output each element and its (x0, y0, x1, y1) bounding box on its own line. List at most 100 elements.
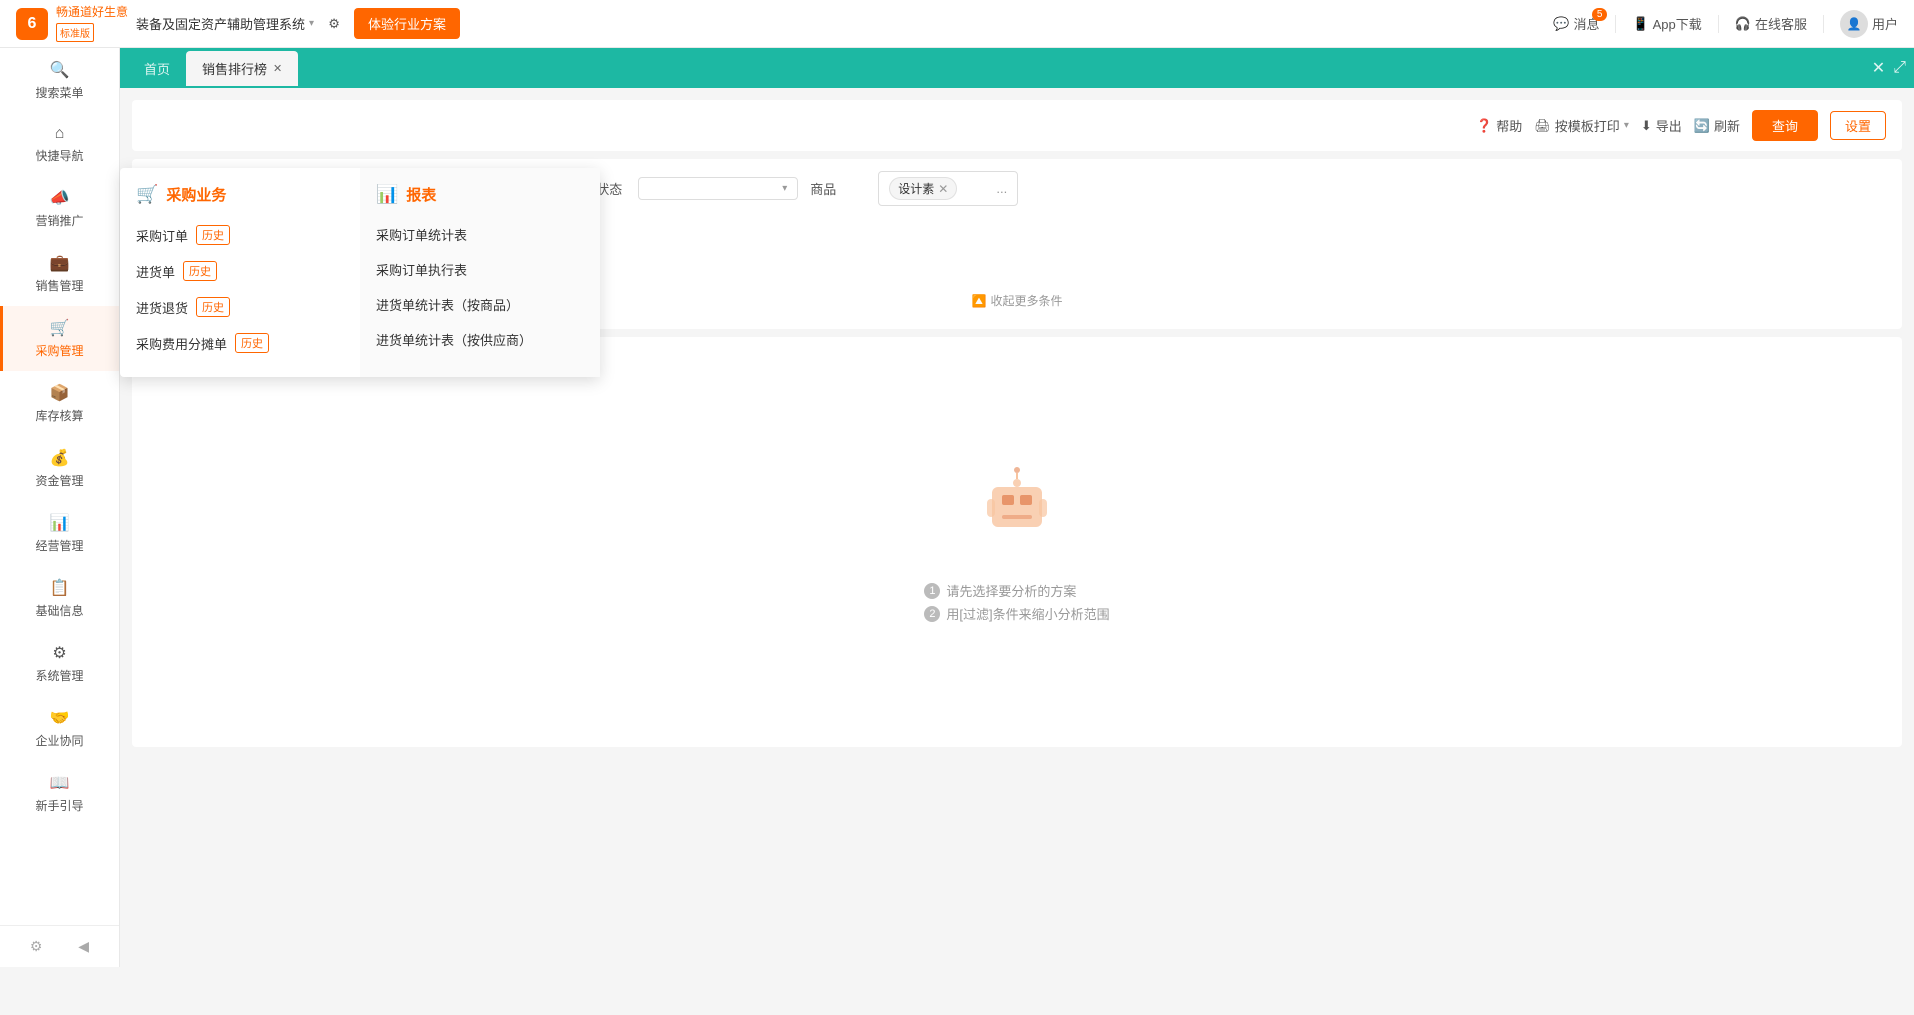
inventory-icon: 📦 (50, 383, 70, 403)
sidebar-bottom: ⚙ ◀ (0, 925, 119, 967)
settings-button[interactable]: 设置 (1830, 111, 1886, 140)
tab-home[interactable]: 首页 (128, 51, 186, 86)
system-icon: ⚙ (52, 643, 66, 663)
sidebar-item-quick-nav[interactable]: ⌂ 快捷导航 (0, 113, 119, 176)
goods-more: ... (996, 181, 1007, 196)
sidebar-label-finance: 资金管理 (35, 472, 83, 489)
active-indicator (0, 306, 3, 371)
headset-icon: 🎧 (1735, 16, 1751, 32)
sidebar-item-basic-info[interactable]: 📋 基础信息 (0, 566, 119, 631)
phone-icon: 📱 (1632, 16, 1648, 32)
sidebar-item-marketing[interactable]: 📣 营销推广 (0, 176, 119, 241)
history-badge-2: 历史 (196, 297, 230, 317)
sidebar-item-purchase[interactable]: 🛒 采购管理 (0, 306, 119, 371)
sidebar-settings-icon[interactable]: ⚙ (30, 938, 43, 955)
empty-hints: 1 请先选择要分析的方案 2 用[过滤]条件来缩小分析范围 (924, 577, 1109, 627)
purchase-report-label: 报表 (406, 184, 436, 205)
voucher-status-input[interactable]: ▾ (638, 177, 798, 200)
system-settings-icon[interactable]: ⚙ (322, 12, 346, 36)
purchase-business-title: 🛒 采购业务 (136, 184, 344, 205)
purchase-menu-icon: 🛒 (136, 184, 158, 205)
sidebar-item-guide[interactable]: 📖 新手引导 (0, 761, 119, 826)
online-service-action[interactable]: 🎧 在线客服 (1735, 14, 1807, 33)
result-area: 1 请先选择要分析的方案 2 用[过滤]条件来缩小分析范围 (132, 337, 1902, 747)
purchase-report-col: 📊 报表 采购订单统计表 采购订单执行表 进货单统计表（按商品） (360, 168, 600, 377)
sidebar-label-system: 系统管理 (35, 667, 83, 684)
print-icon: 🖨 (1534, 118, 1551, 134)
search-icon: 🔍 (50, 60, 70, 80)
sidebar-item-finance[interactable]: 💰 资金管理 (0, 436, 119, 501)
main-content: 首页 销售排行榜 ✕ ✕ ⤢ 🛒 采购业务 (120, 48, 1914, 759)
page-content: 🛒 采购业务 采购订单 历史 进货单 历史 进货退货 (120, 88, 1914, 759)
industry-btn[interactable]: 体验行业方案 (354, 8, 460, 39)
menu-item-incoming[interactable]: 进货单 历史 (136, 253, 344, 289)
operation-icon: 📊 (50, 513, 70, 533)
menu-item-purchase-order[interactable]: 采购订单 历史 (136, 217, 344, 253)
sidebar: 🔍 搜索菜单 ⌂ 快捷导航 📣 营销推广 💼 销售管理 🛒 采购管理 📦 (0, 48, 120, 967)
sidebar-collapse-icon[interactable]: ◀ (78, 938, 89, 955)
finance-icon: 💰 (50, 448, 70, 468)
refresh-btn[interactable]: 🔄 刷新 (1694, 116, 1740, 135)
empty-state: 1 请先选择要分析的方案 2 用[过滤]条件来缩小分析范围 (172, 377, 1862, 707)
purchase-business-col: 🛒 采购业务 采购订单 历史 进货单 历史 进货退货 (120, 168, 360, 377)
sidebar-item-enterprise[interactable]: 🤝 企业协同 (0, 696, 119, 761)
avatar: 👤 (1840, 10, 1868, 38)
topbar: 6 畅通道好生意 标准版 装备及固定资产辅助管理系统 ▾ ⚙ 体验行业方案 💬 … (0, 0, 1914, 48)
enterprise-icon: 🤝 (50, 708, 70, 728)
tab-sales-rank[interactable]: 销售排行榜 ✕ (186, 51, 298, 86)
user-action[interactable]: 👤 用户 (1840, 10, 1898, 38)
message-icon: 💬 (1553, 16, 1569, 32)
separator (1615, 15, 1616, 33)
topbar-right: 💬 消息 5 📱 App下载 🎧 在线客服 👤 用户 (1553, 10, 1898, 38)
tab-close-icon[interactable]: ✕ (273, 62, 282, 75)
print-dropdown-icon: ▾ (1624, 120, 1629, 131)
purchase-business-label: 采购业务 (166, 184, 226, 205)
goods-input[interactable]: 设计素 ✕ ... (878, 171, 1018, 206)
app-download-action[interactable]: 📱 App下载 (1632, 14, 1701, 33)
tabbar-fullscreen-icon[interactable]: ⤢ (1893, 59, 1906, 77)
sidebar-item-sales[interactable]: 💼 销售管理 (0, 241, 119, 306)
filter-voucher-status: 单据状态 ▾ (570, 177, 798, 200)
sidebar-item-inventory[interactable]: 📦 库存核算 (0, 371, 119, 436)
layout: 🔍 搜索菜单 ⌂ 快捷导航 📣 营销推广 💼 销售管理 🛒 采购管理 📦 (0, 48, 1914, 759)
sidebar-item-search[interactable]: 🔍 搜索菜单 (0, 48, 119, 113)
separator2 (1718, 15, 1719, 33)
help-icon: ❓ (1476, 118, 1492, 134)
basic-info-icon: 📋 (50, 578, 70, 598)
sidebar-item-operation[interactable]: 📊 经营管理 (0, 501, 119, 566)
tab-home-label: 首页 (144, 59, 170, 78)
sidebar-label-quick-nav: 快捷导航 (35, 147, 83, 164)
sidebar-label-purchase: 采购管理 (35, 342, 83, 359)
empty-hint-2: 2 用[过滤]条件来缩小分析范围 (924, 604, 1109, 623)
goods-tag-close-icon[interactable]: ✕ (938, 182, 948, 196)
history-badge-3: 历史 (235, 333, 269, 353)
print-btn[interactable]: 🖨 按模板打印 ▾ (1534, 116, 1629, 135)
export-icon: ⬇ (1641, 118, 1652, 134)
menu-item-order-stats[interactable]: 采购订单统计表 (376, 217, 584, 252)
tabbar-right: ✕ ⤢ (1872, 58, 1906, 78)
goods-label: 商品 (810, 179, 870, 198)
separator3 (1823, 15, 1824, 33)
sidebar-label-operation: 经营管理 (35, 537, 83, 554)
tabbar-close-all-icon[interactable]: ✕ (1872, 58, 1885, 78)
message-action[interactable]: 💬 消息 5 (1553, 14, 1599, 33)
marketing-icon: 📣 (50, 188, 70, 208)
sidebar-label-guide: 新手引导 (35, 797, 83, 814)
help-btn[interactable]: ❓ 帮助 (1476, 116, 1522, 135)
voucher-status-dropdown-icon: ▾ (782, 183, 787, 194)
menu-item-order-exec[interactable]: 采购订单执行表 (376, 252, 584, 287)
query-button[interactable]: 查询 (1752, 110, 1818, 141)
menu-item-incoming-return[interactable]: 进货退货 历史 (136, 289, 344, 325)
export-btn[interactable]: ⬇ 导出 (1641, 116, 1682, 135)
refresh-icon: 🔄 (1694, 118, 1710, 134)
menu-item-incoming-stats-goods[interactable]: 进货单统计表（按商品） (376, 287, 584, 322)
dropdown-arrow-icon: ▾ (309, 18, 314, 29)
sidebar-label-marketing: 营销推广 (35, 212, 83, 229)
purchase-menu: 🛒 采购业务 采购订单 历史 进货单 历史 进货退货 (120, 168, 600, 377)
menu-item-incoming-stats-supplier[interactable]: 进货单统计表（按供应商） (376, 322, 584, 357)
purchase-report-title: 📊 报表 (376, 184, 584, 205)
system-title-dropdown[interactable]: 装备及固定资产辅助管理系统 ▾ (136, 14, 314, 33)
sidebar-item-system[interactable]: ⚙ 系统管理 (0, 631, 119, 696)
menu-item-purchase-expense[interactable]: 采购费用分摊单 历史 (136, 325, 344, 361)
history-badge-0: 历史 (196, 225, 230, 245)
